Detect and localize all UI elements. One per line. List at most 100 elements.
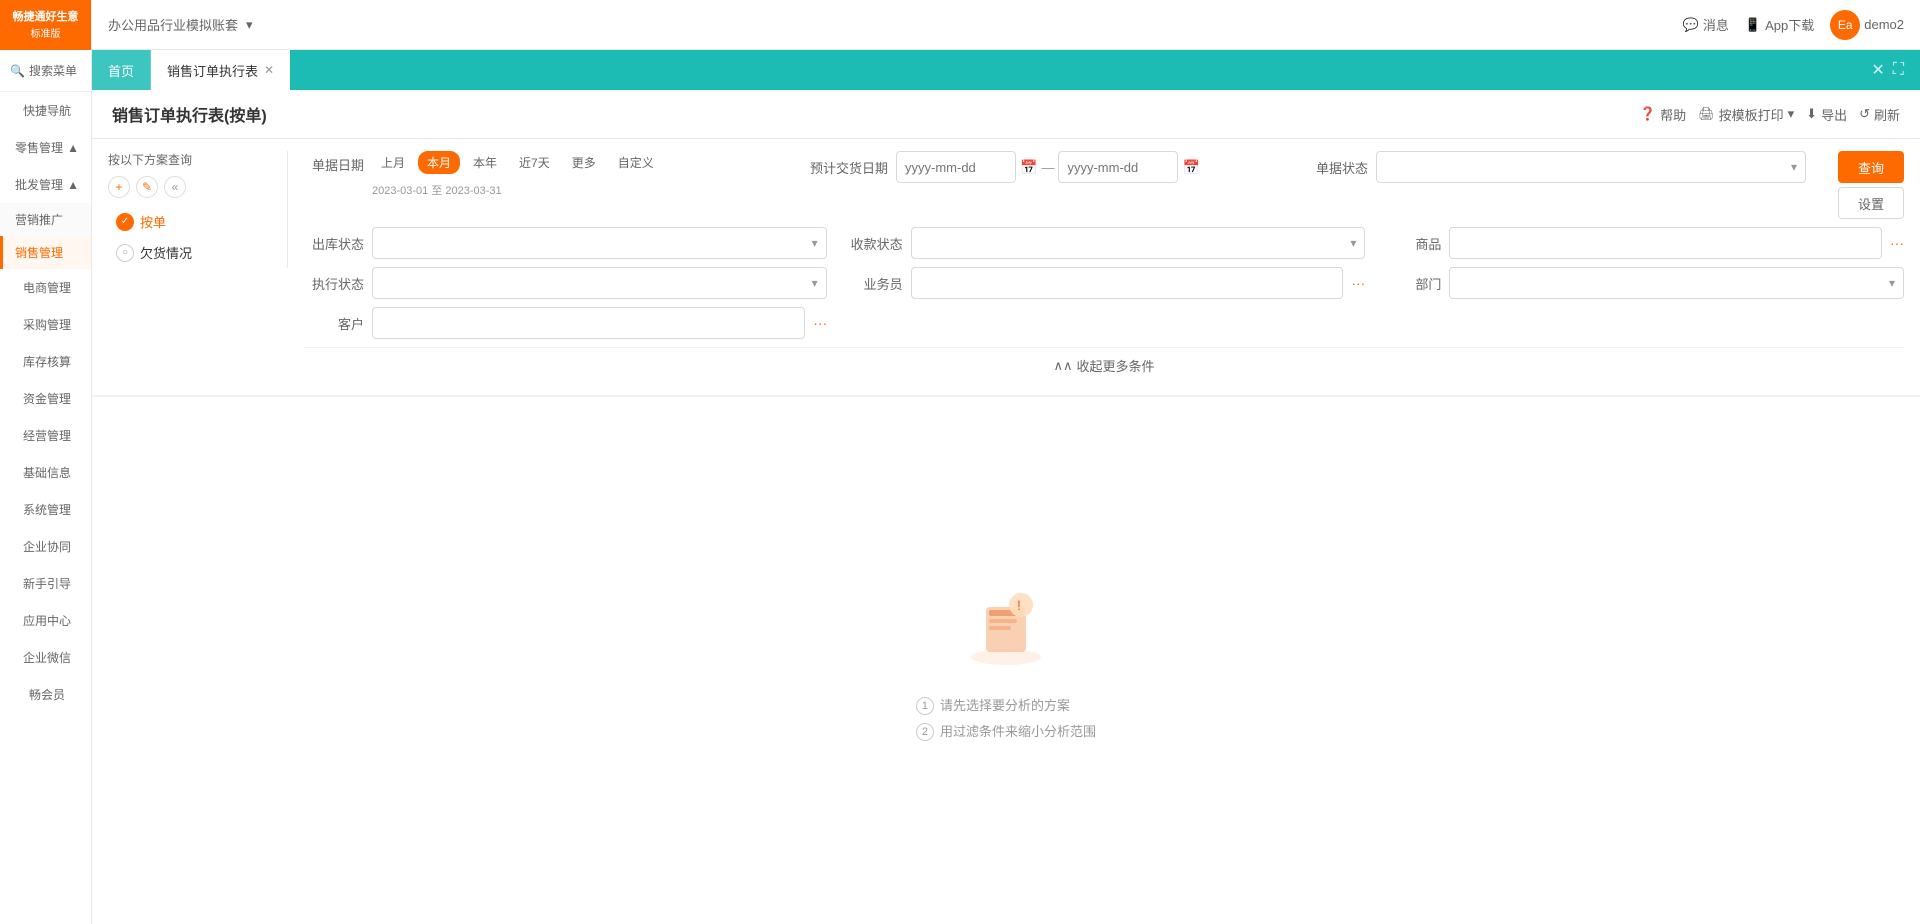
sidebar-item-basic-info[interactable]: 基础信息 bbox=[0, 454, 91, 491]
date-tag-custom[interactable]: 自定义 bbox=[609, 151, 663, 174]
scheme-item-shortage[interactable]: ○ 欠货情况 bbox=[108, 237, 275, 268]
content-area: 销售订单执行表(按单) ❓ 帮助 🖨 按模板打印 ▾ ⬇ 导出 ↺ 刷新 bbox=[92, 90, 1920, 924]
sidebar-search[interactable]: 🔍 搜索菜单 bbox=[0, 50, 91, 92]
refresh-button[interactable]: ↺ 刷新 bbox=[1859, 105, 1900, 124]
salesman-input[interactable] bbox=[911, 267, 1344, 299]
message-button[interactable]: 💬 消息 bbox=[1683, 15, 1729, 34]
setting-button[interactable]: 设置 bbox=[1838, 187, 1904, 219]
date-end-input[interactable] bbox=[1058, 151, 1178, 183]
sidebar-item-retail[interactable]: 零售管理 ▲ bbox=[0, 129, 91, 166]
customer-label: 客户 bbox=[304, 314, 364, 333]
search-icon: 🔍 bbox=[10, 64, 25, 78]
edit-scheme-icon[interactable]: ✎ bbox=[136, 176, 158, 198]
close-window-icon[interactable]: ✕ bbox=[1871, 60, 1884, 80]
search-menu-button[interactable]: 🔍 搜索菜单 bbox=[10, 58, 81, 83]
sidebar-item-new-guide[interactable]: 新手引导 bbox=[0, 565, 91, 602]
sidebar-item-inventory[interactable]: 库存核算 bbox=[0, 343, 91, 380]
user-profile[interactable]: Ea demo2 bbox=[1830, 10, 1904, 40]
chevron-up-icon: ∧∧ bbox=[1053, 358, 1072, 374]
scheme-active-dot: ✓ bbox=[116, 213, 134, 231]
customer-ellipsis-icon[interactable]: ··· bbox=[813, 315, 827, 331]
chevron-down-icon: ▾ bbox=[812, 276, 818, 290]
date-tag-this-year[interactable]: 本年 bbox=[464, 151, 506, 174]
expected-date-label: 预计交货日期 bbox=[810, 158, 888, 177]
message-icon: 💬 bbox=[1683, 17, 1699, 33]
filter-dept-field: 部门 ▾ bbox=[1381, 267, 1904, 299]
calendar-start-icon[interactable]: 📅 bbox=[1020, 159, 1037, 176]
exec-status-select[interactable]: ▾ bbox=[372, 267, 827, 299]
print-button[interactable]: 🖨 按模板打印 ▾ bbox=[1698, 105, 1794, 124]
print-arrow: ▾ bbox=[1788, 106, 1795, 122]
help-button[interactable]: ❓ 帮助 bbox=[1640, 105, 1686, 124]
chevron-icon: ▲ bbox=[67, 178, 79, 192]
scheme-item-order[interactable]: ✓ 按单 bbox=[108, 206, 275, 237]
tab-bar: 首页 销售订单执行表 ✕ ✕ ⛶ bbox=[92, 50, 1920, 90]
collapse-scheme-icon[interactable]: « bbox=[164, 176, 186, 198]
avatar: Ea bbox=[1830, 10, 1860, 40]
query-button[interactable]: 查询 bbox=[1838, 151, 1904, 183]
sidebar-item-marketing[interactable]: 营销推广 bbox=[0, 203, 91, 236]
export-button[interactable]: ⬇ 导出 bbox=[1806, 105, 1847, 124]
logo-text: 畅捷通好生意 bbox=[13, 10, 79, 24]
collection-status-select[interactable]: ▾ bbox=[911, 227, 1366, 259]
sidebar-item-member[interactable]: 畅会员 bbox=[0, 676, 91, 713]
app-download-button[interactable]: 📱 App下载 bbox=[1745, 15, 1814, 34]
app-logo: 畅捷通好生意 标准版 bbox=[0, 0, 91, 50]
search-label: 搜索菜单 bbox=[29, 62, 77, 79]
single-status-label: 单据状态 bbox=[1316, 158, 1368, 177]
sidebar-item-enterprise-collab[interactable]: 企业协同 bbox=[0, 528, 91, 565]
tab-close-icon[interactable]: ✕ bbox=[264, 63, 274, 77]
date-tag-7days[interactable]: 近7天 bbox=[510, 151, 559, 174]
header-actions: 💬 消息 📱 App下载 Ea demo2 bbox=[1683, 10, 1904, 40]
query-btn-group: 查询 设置 bbox=[1838, 151, 1904, 219]
sidebar-item-operations[interactable]: 经营管理 bbox=[0, 417, 91, 454]
filter-salesman-field: 业务员 ··· bbox=[843, 267, 1366, 299]
filter-date-field: 单据日期 上月 本月 本年 近7天 更多 自定义 bbox=[304, 151, 794, 178]
date-tag-last-month[interactable]: 上月 bbox=[372, 151, 414, 174]
download-icon: 📱 bbox=[1745, 17, 1761, 33]
breadcrumb-arrow: ▾ bbox=[246, 17, 253, 33]
filter-collapse-button[interactable]: ∧∧ 收起更多条件 bbox=[304, 347, 1904, 383]
dept-select[interactable]: ▾ bbox=[1449, 267, 1904, 299]
date-tag-more[interactable]: 更多 bbox=[563, 151, 605, 174]
sidebar-item-sales[interactable]: 销售管理 bbox=[0, 236, 91, 269]
expand-icon[interactable]: ⛶ bbox=[1893, 61, 1904, 79]
sidebar-item-enterprise-wechat[interactable]: 企业微信 bbox=[0, 639, 91, 676]
goods-input[interactable] bbox=[1449, 227, 1882, 259]
add-scheme-icon[interactable]: + bbox=[108, 176, 130, 198]
empty-tip-1: 1 请先选择要分析的方案 bbox=[916, 693, 1096, 719]
sidebar-item-app-center[interactable]: 应用中心 bbox=[0, 602, 91, 639]
svg-text:!: ! bbox=[1017, 597, 1021, 613]
salesman-ellipsis-icon[interactable]: ··· bbox=[1351, 275, 1365, 291]
date-range-text: 2023-03-01 至 2023-03-31 bbox=[372, 182, 502, 198]
sidebar-item-system[interactable]: 系统管理 bbox=[0, 491, 91, 528]
chevron-down-icon: ▾ bbox=[1889, 276, 1895, 290]
sidebar-item-ecommerce[interactable]: 电商管理 bbox=[0, 269, 91, 306]
chevron-down-icon: ▾ bbox=[812, 236, 818, 250]
user-name: demo2 bbox=[1864, 17, 1904, 32]
filter-single-status-field: 单据状态 ▾ bbox=[1316, 151, 1806, 183]
empty-tips: 1 请先选择要分析的方案 2 用过滤条件来缩小分析范围 bbox=[916, 693, 1096, 745]
filter-exec-status-field: 执行状态 ▾ bbox=[304, 267, 827, 299]
filter-expected-date-field: 预计交货日期 📅 — 📅 bbox=[810, 151, 1300, 183]
customer-input[interactable] bbox=[372, 307, 805, 339]
goods-ellipsis-icon[interactable]: ··· bbox=[1890, 235, 1904, 251]
chevron-down-icon: ▾ bbox=[1791, 160, 1797, 174]
sidebar-item-purchase[interactable]: 采购管理 bbox=[0, 306, 91, 343]
tab-sales-order[interactable]: 销售订单执行表 ✕ bbox=[151, 50, 290, 90]
filter-customer-field: 客户 ··· bbox=[304, 307, 827, 339]
page-title: 销售订单执行表(按单) bbox=[112, 102, 267, 126]
date-tag-group: 上月 本月 本年 近7天 更多 自定义 bbox=[372, 151, 663, 174]
sidebar-item-shortcut[interactable]: 快捷导航 bbox=[0, 92, 91, 129]
tab-home[interactable]: 首页 bbox=[92, 50, 151, 90]
date-start-input[interactable] bbox=[896, 151, 1016, 183]
salesman-label: 业务员 bbox=[843, 274, 903, 293]
sidebar-item-finance[interactable]: 资金管理 bbox=[0, 380, 91, 417]
single-status-select[interactable]: ▾ bbox=[1376, 151, 1806, 183]
date-tag-this-month[interactable]: 本月 bbox=[418, 151, 460, 174]
empty-state: ! 1 请先选择要分析的方案 2 用过滤条件来缩小分析范围 bbox=[92, 397, 1920, 924]
sidebar-item-wholesale[interactable]: 批发管理 ▲ bbox=[0, 166, 91, 203]
dept-label: 部门 bbox=[1381, 274, 1441, 293]
out-status-select[interactable]: ▾ bbox=[372, 227, 827, 259]
calendar-end-icon[interactable]: 📅 bbox=[1182, 159, 1199, 176]
